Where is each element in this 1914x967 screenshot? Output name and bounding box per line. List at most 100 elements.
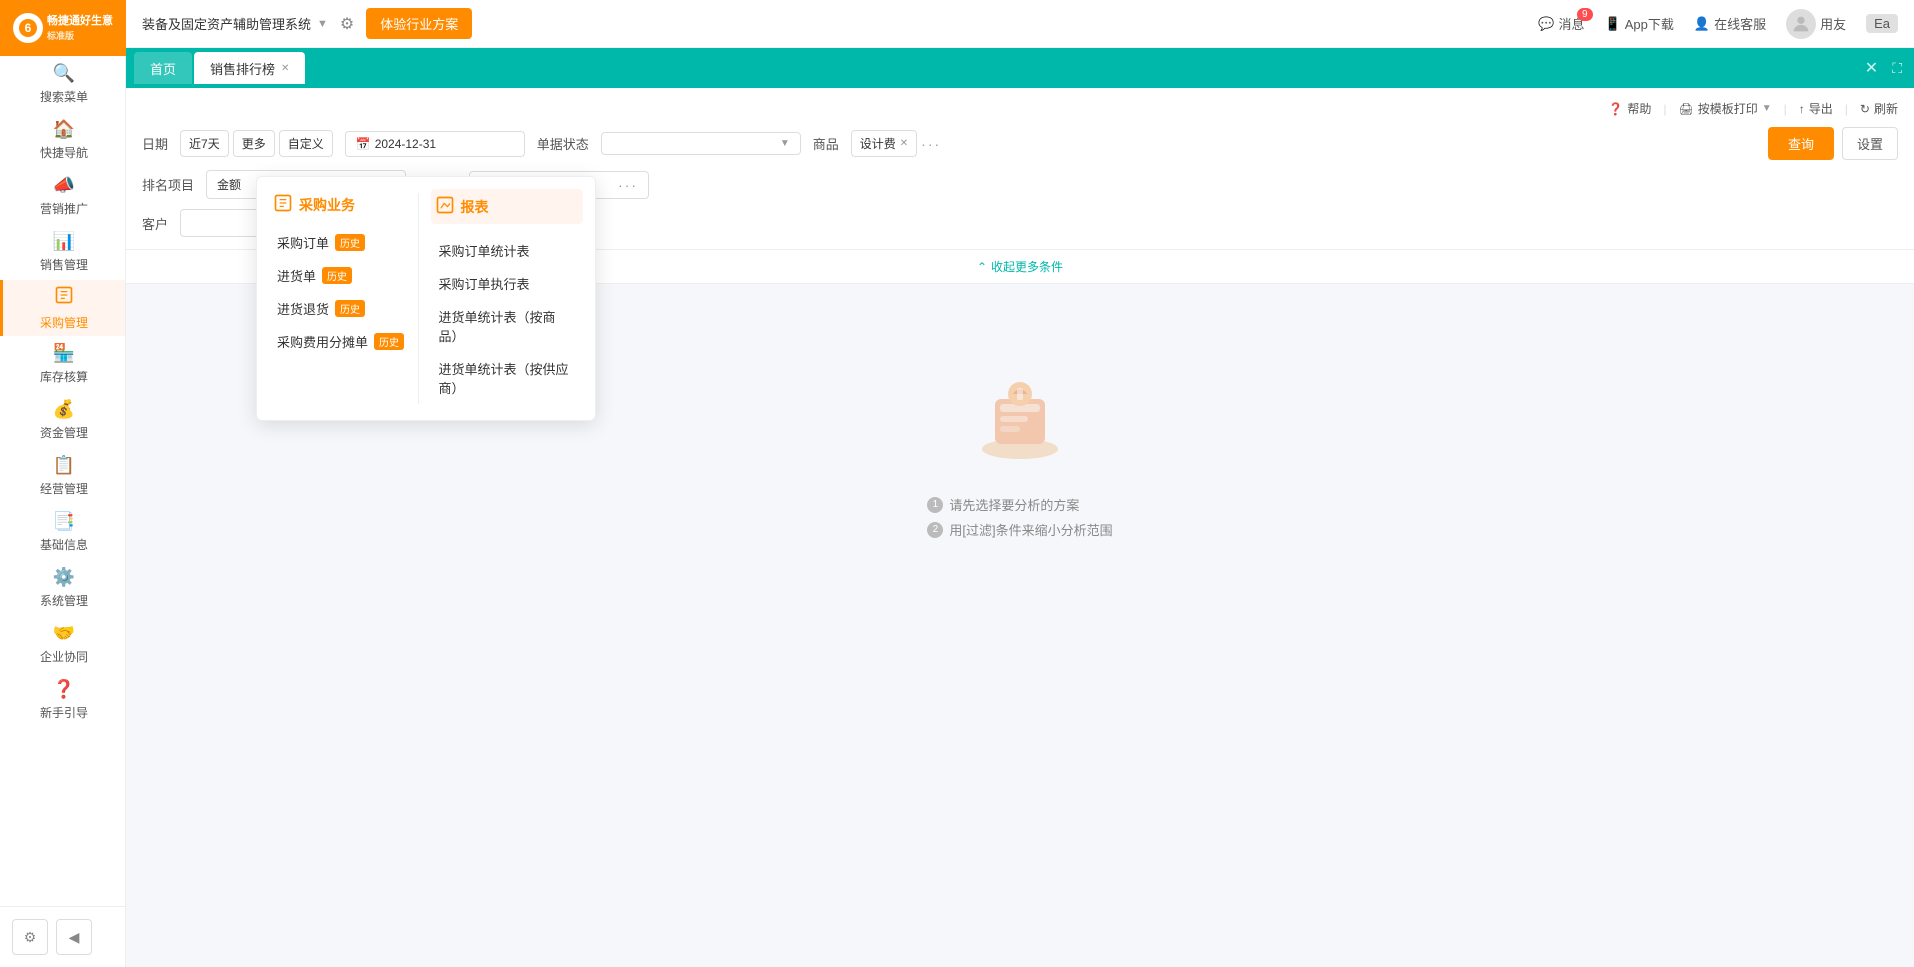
sidebar-item-finance[interactable]: 💰 资金管理 <box>0 392 125 448</box>
message-badge: 9 <box>1577 8 1593 21</box>
sidebar-item-nav[interactable]: 🏠 快捷导航 <box>0 112 125 168</box>
svg-text:6: 6 <box>25 21 32 35</box>
history-badge-0: 历史 <box>335 234 365 251</box>
calendar-icon: 📅 <box>356 137 371 151</box>
filter-row-1: 日期 近7天 更多 自定义 📅 2024-12-31 单据状态 ▼ 商品 <box>142 127 1898 160</box>
search-icon: 🔍 <box>53 63 75 84</box>
order-status-select[interactable]: ▼ <box>601 132 801 155</box>
goods-tag[interactable]: 设计费 ✕ <box>851 130 917 157</box>
message-icon: 💬 <box>1538 16 1554 32</box>
date-shortcut-more[interactable]: 更多 <box>233 130 275 157</box>
sidebar-item-label: 系统管理 <box>40 592 88 609</box>
staff-dots[interactable]: ··· <box>618 177 638 193</box>
date-shortcut-custom[interactable]: 自定义 <box>279 130 333 157</box>
tip-text-1: 请先选择要分析的方案 <box>949 495 1079 514</box>
sidebar-item-label: 经营管理 <box>40 480 88 497</box>
sidebar-item-basic[interactable]: 📑 基础信息 <box>0 504 125 560</box>
export-button[interactable]: ↑ 导出 <box>1799 100 1833 117</box>
sidebar-item-system[interactable]: ⚙️ 系统管理 <box>0 560 125 616</box>
tab-home-label: 首页 <box>150 59 176 78</box>
content: ❓ 帮助 | 🖨 按模板打印 ▼ | ↑ 导出 | <box>126 88 1914 967</box>
finance-icon: 💰 <box>53 399 75 420</box>
print-arrow-icon: ▼ <box>1762 103 1772 114</box>
service-button[interactable]: 👤 在线客服 <box>1694 14 1766 33</box>
date-shortcut-7days[interactable]: 近7天 <box>180 130 229 157</box>
query-button[interactable]: 查询 <box>1768 127 1834 160</box>
sidebar-item-operations[interactable]: 📋 经营管理 <box>0 448 125 504</box>
industry-button[interactable]: 体验行业方案 <box>366 8 472 39</box>
rank-label: 排名项目 <box>142 175 194 194</box>
dropdown-item-incoming[interactable]: 进货单 历史 <box>273 259 418 292</box>
avatar <box>1786 9 1816 39</box>
basic-icon: 📑 <box>53 511 75 532</box>
help-label: 帮助 <box>1627 100 1651 117</box>
divider: | <box>1663 102 1666 116</box>
collapse-button[interactable]: ⌃ 收起更多条件 <box>977 258 1063 275</box>
goods-filter: 设计费 ✕ ··· <box>851 130 941 157</box>
dropdown-item-incoming-stats-goods[interactable]: 进货单统计表（按商品） <box>435 300 580 352</box>
sidebar: 6 畅捷通好生意 标准版 🔍 搜索菜单 🏠 快捷导航 📣 营销推广 📊 销售管理… <box>0 0 126 967</box>
dropdown-item-incoming-stats-supplier[interactable]: 进货单统计表（按供应商） <box>435 352 580 404</box>
dropdown-item-expense[interactable]: 采购费用分摊单 历史 <box>273 325 418 358</box>
sidebar-item-sales[interactable]: 📊 销售管理 <box>0 224 125 280</box>
print-label: 按模板打印 <box>1698 100 1758 117</box>
print-button[interactable]: 🖨 按模板打印 ▼ <box>1679 100 1772 117</box>
print-icon: 🖨 <box>1679 102 1694 116</box>
date-input[interactable]: 📅 2024-12-31 <box>345 131 525 157</box>
topbar-title: 装备及固定资产辅助管理系统 ▼ <box>142 14 328 33</box>
app-download-button[interactable]: 📱 App下载 <box>1605 14 1674 33</box>
dropdown-item-order-exec[interactable]: 采购订单执行表 <box>435 267 580 300</box>
tab-sales-rank[interactable]: 销售排行榜 ✕ <box>194 52 305 84</box>
settings-button[interactable]: 设置 <box>1842 127 1898 160</box>
sidebar-item-search[interactable]: 🔍 搜索菜单 <box>0 56 125 112</box>
incoming-stats-goods-label: 进货单统计表（按商品） <box>439 307 576 345</box>
tab-close-icon[interactable]: ✕ <box>281 63 289 74</box>
dropdown-item-order-stats[interactable]: 采购订单统计表 <box>435 234 580 267</box>
dropdown-item-purchase-order[interactable]: 采购订单 历史 <box>273 226 418 259</box>
tabbar-close-icon[interactable]: ✕ <box>1857 58 1886 78</box>
tip-text-2: 用[过滤]条件来缩小分析范围 <box>949 520 1112 539</box>
dropdown-menu: 采购业务 采购订单 历史 进货单 历史 进货退货 历史 <box>256 176 596 421</box>
sidebar-item-purchase[interactable]: 采购管理 <box>0 280 125 336</box>
empty-tip-1: 1 请先选择要分析的方案 <box>927 495 1112 514</box>
goods-more-dots[interactable]: ··· <box>921 136 941 152</box>
empty-tips: 1 请先选择要分析的方案 2 用[过滤]条件来缩小分析范围 <box>927 495 1112 539</box>
sidebar-settings-button[interactable]: ⚙ <box>12 919 48 955</box>
goods-tag-remove-icon[interactable]: ✕ <box>900 138 908 149</box>
goods-label: 商品 <box>813 134 839 153</box>
customer-label: 客户 <box>142 214 168 233</box>
collapse-up-icon: ⌃ <box>977 260 987 274</box>
version-badge: Ea <box>1866 14 1898 33</box>
rank-value: 金额 <box>217 176 241 193</box>
dropdown-item-return[interactable]: 进货退货 历史 <box>273 292 418 325</box>
tip-num-2: 2 <box>927 522 943 538</box>
incoming-stats-supplier-label: 进货单统计表（按供应商） <box>439 359 576 397</box>
message-button[interactable]: 💬 消息 9 <box>1538 14 1584 33</box>
help-button[interactable]: ❓ 帮助 <box>1608 100 1651 117</box>
topbar-settings-icon[interactable]: ⚙ <box>340 14 354 34</box>
refresh-label: 刷新 <box>1874 100 1898 117</box>
sidebar-item-label: 搜索菜单 <box>40 88 88 105</box>
reports-col-icon <box>435 195 455 218</box>
export-icon: ↑ <box>1799 102 1805 116</box>
export-label: 导出 <box>1809 100 1833 117</box>
sidebar-item-guide[interactable]: ❓ 新手引导 <box>0 672 125 728</box>
order-exec-label: 采购订单执行表 <box>439 274 530 293</box>
refresh-icon: ↻ <box>1860 102 1870 116</box>
sidebar-item-enterprise[interactable]: 🤝 企业协同 <box>0 616 125 672</box>
system-icon: ⚙️ <box>53 567 75 588</box>
refresh-button[interactable]: ↻ 刷新 <box>1860 100 1898 117</box>
user-button[interactable]: 用友 <box>1786 9 1846 39</box>
sidebar-item-label: 营销推广 <box>40 200 88 217</box>
sidebar-collapse-button[interactable]: ◀ <box>56 919 92 955</box>
tab-home[interactable]: 首页 <box>134 52 192 84</box>
tabbar: 首页 销售排行榜 ✕ ✕ ⛶ <box>126 48 1914 88</box>
sidebar-item-marketing[interactable]: 📣 营销推广 <box>0 168 125 224</box>
system-title: 装备及固定资产辅助管理系统 <box>142 14 311 33</box>
collapse-label: 收起更多条件 <box>991 258 1063 275</box>
help-icon: ❓ <box>1608 102 1623 116</box>
dropdown-arrow-icon: ▼ <box>317 18 328 30</box>
tabbar-expand-icon[interactable]: ⛶ <box>1888 60 1906 77</box>
logo-sub: 标准版 <box>47 29 113 42</box>
sidebar-item-inventory[interactable]: 🏪 库存核算 <box>0 336 125 392</box>
